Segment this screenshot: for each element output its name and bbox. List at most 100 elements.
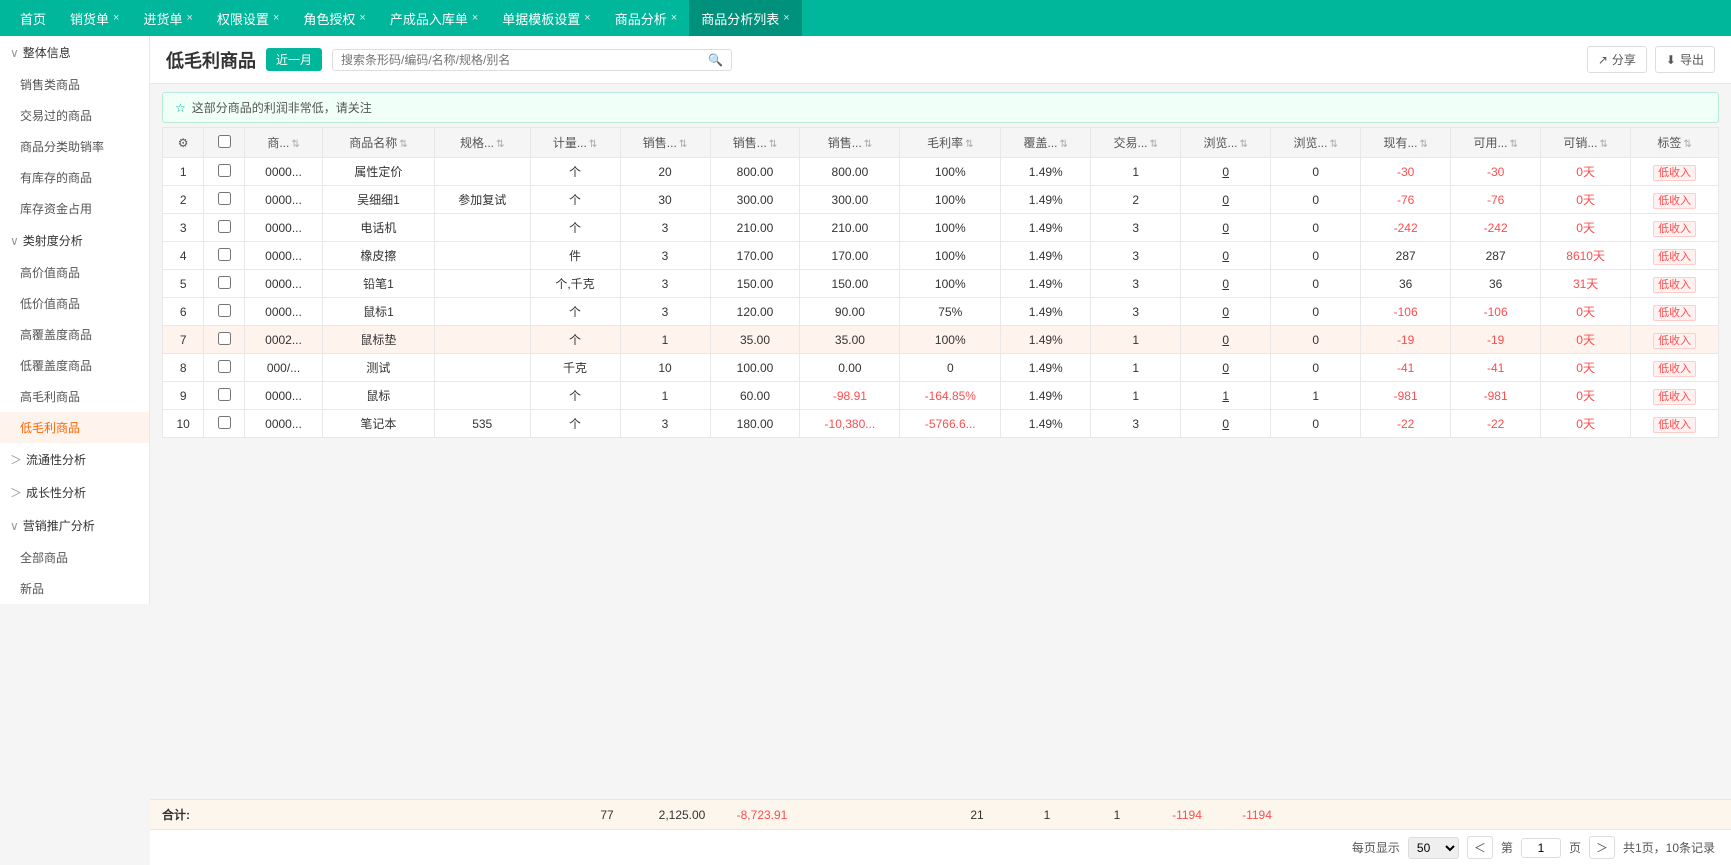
sidebar-item-高覆盖度商品[interactable]: 高覆盖度商品 [0,319,149,350]
btn-share[interactable]: ↗ 分享 [1587,46,1647,73]
btn-recent[interactable]: 近一月 [266,48,322,71]
col-header-spec[interactable]: 规格...⇅ [434,128,530,158]
sidebar-item-低毛利商品[interactable]: 低毛利商品 [0,412,149,443]
sidebar-item-低价值商品[interactable]: 低价值商品 [0,288,149,319]
col-header-gross_margin[interactable]: 毛利率⇅ [900,128,1001,158]
row-checkbox[interactable] [218,192,231,205]
nav-close-icon[interactable]: × [472,12,478,24]
row-checkbox[interactable] [218,164,231,177]
col-header-sales_amount[interactable]: 销售...⇅ [800,128,900,158]
nav-close-icon[interactable]: × [584,12,590,24]
sidebar-group-整体信息[interactable]: ∨整体信息 [0,36,149,69]
sort-icon[interactable]: ⇅ [291,139,299,150]
col-header-unit[interactable]: 计量...⇅ [530,128,620,158]
sidebar-item-交易过的商品[interactable]: 交易过的商品 [0,100,149,131]
sort-icon[interactable]: ⇅ [1060,139,1068,150]
nav-close-icon[interactable]: × [186,12,192,24]
sidebar-item-低覆盖度商品[interactable]: 低覆盖度商品 [0,350,149,381]
nav-item-产成品入库单[interactable]: 产成品入库单× [378,0,490,36]
prev-page-btn[interactable]: ＜ [1467,836,1493,859]
table-container[interactable]: ⚙商...⇅商品名称⇅规格...⇅计量...⇅销售...⇅销售...⇅销售...… [150,127,1731,799]
browse-link[interactable]: 1 [1222,389,1229,403]
nav-item-角色授权[interactable]: 角色授权× [291,0,377,36]
browse-link[interactable]: 0 [1222,277,1229,291]
browse-link[interactable]: 0 [1222,221,1229,235]
nav-close-icon[interactable]: × [783,12,789,24]
sort-icon[interactable]: ⇅ [1683,139,1691,150]
per-page-select[interactable]: 50 100 200 [1408,837,1459,859]
browse-link[interactable]: 0 [1222,193,1229,207]
col-header-tag[interactable]: 标签⇅ [1631,128,1719,158]
col-header-available_stock[interactable]: 可用...⇅ [1451,128,1541,158]
col-header-sales_qty[interactable]: 销售...⇅ [620,128,710,158]
row-checkbox[interactable] [218,276,231,289]
browse-link[interactable]: 0 [1222,249,1229,263]
browse-link[interactable]: 0 [1222,165,1229,179]
sidebar-group-成长性分析[interactable]: ＞成长性分析 [0,476,149,509]
row-checkbox[interactable] [218,248,231,261]
nav-close-icon[interactable]: × [671,12,677,24]
browse-link[interactable]: 0 [1222,417,1229,431]
next-page-btn[interactable]: ＞ [1589,836,1615,859]
nav-item-销货单[interactable]: 销货单× [58,0,131,36]
sidebar-group-流通性分析[interactable]: ＞流通性分析 [0,443,149,476]
col-header-browse2[interactable]: 浏览...⇅ [1271,128,1361,158]
nav-item-首页[interactable]: 首页 [8,0,58,36]
sort-icon[interactable]: ⇅ [1419,139,1427,150]
sort-icon[interactable]: ⇅ [1240,139,1248,150]
col-header-sales_price[interactable]: 销售...⇅ [710,128,800,158]
sort-icon[interactable]: ⇅ [496,139,504,150]
row-checkbox[interactable] [218,360,231,373]
col-header-name[interactable]: 商品名称⇅ [322,128,434,158]
search-icon[interactable]: 🔍 [708,53,723,67]
sidebar-item-库存资金占用[interactable]: 库存资金占用 [0,193,149,224]
sort-icon[interactable]: ⇅ [399,139,407,150]
col-header-sellable_days[interactable]: 可销...⇅ [1541,128,1631,158]
sidebar-item-商品分类助销率[interactable]: 商品分类助销率 [0,131,149,162]
row-checkbox[interactable] [218,304,231,317]
sort-icon[interactable]: ⇅ [1599,139,1607,150]
sort-icon[interactable]: ⇅ [769,139,777,150]
nav-close-icon[interactable]: × [273,12,279,24]
col-header-current_stock[interactable]: 现有...⇅ [1361,128,1451,158]
page-input[interactable] [1521,838,1561,858]
nav-close-icon[interactable]: × [359,12,365,24]
nav-item-商品分析列表[interactable]: 商品分析列表× [689,0,801,36]
sidebar-item-高价值商品[interactable]: 高价值商品 [0,257,149,288]
col-header-code[interactable]: 商...⇅ [245,128,323,158]
col-header-coverage[interactable]: 覆盖...⇅ [1001,128,1091,158]
btn-export[interactable]: ⬇ 导出 [1655,46,1715,73]
settings-icon[interactable]: ⚙ [178,136,189,150]
sidebar-item-新品[interactable]: 新品 [0,573,149,604]
col-header-browse1[interactable]: 浏览...⇅ [1181,128,1271,158]
sidebar-item-销售类商品[interactable]: 销售类商品 [0,69,149,100]
sort-icon[interactable]: ⇅ [1509,139,1517,150]
sidebar-group-营销推广分析[interactable]: ∨营销推广分析 [0,509,149,542]
nav-item-单据模板设置[interactable]: 单据模板设置× [490,0,602,36]
sidebar-item-有库存的商品[interactable]: 有库存的商品 [0,162,149,193]
cell-browse1: 0 [1181,214,1271,242]
nav-item-商品分析[interactable]: 商品分析× [603,0,689,36]
row-checkbox[interactable] [218,388,231,401]
search-input[interactable] [341,53,708,67]
row-checkbox[interactable] [218,416,231,429]
sort-icon[interactable]: ⇅ [965,139,973,150]
nav-item-进货单[interactable]: 进货单× [131,0,204,36]
sort-icon[interactable]: ⇅ [864,139,872,150]
browse-link[interactable]: 0 [1222,361,1229,375]
row-checkbox[interactable] [218,220,231,233]
sort-icon[interactable]: ⇅ [679,139,687,150]
sidebar-item-全部商品[interactable]: 全部商品 [0,542,149,573]
sidebar-item-高毛利商品[interactable]: 高毛利商品 [0,381,149,412]
sidebar-group-类射度分析[interactable]: ∨类射度分析 [0,224,149,257]
sort-icon[interactable]: ⇅ [1150,139,1158,150]
sort-icon[interactable]: ⇅ [589,139,597,150]
browse-link[interactable]: 0 [1222,305,1229,319]
row-checkbox[interactable] [218,332,231,345]
select-all-checkbox[interactable] [218,135,231,148]
sort-icon[interactable]: ⇅ [1329,139,1337,150]
nav-item-权限设置[interactable]: 权限设置× [205,0,291,36]
nav-close-icon[interactable]: × [113,12,119,24]
browse-link[interactable]: 0 [1222,333,1229,347]
col-header-trade[interactable]: 交易...⇅ [1091,128,1181,158]
